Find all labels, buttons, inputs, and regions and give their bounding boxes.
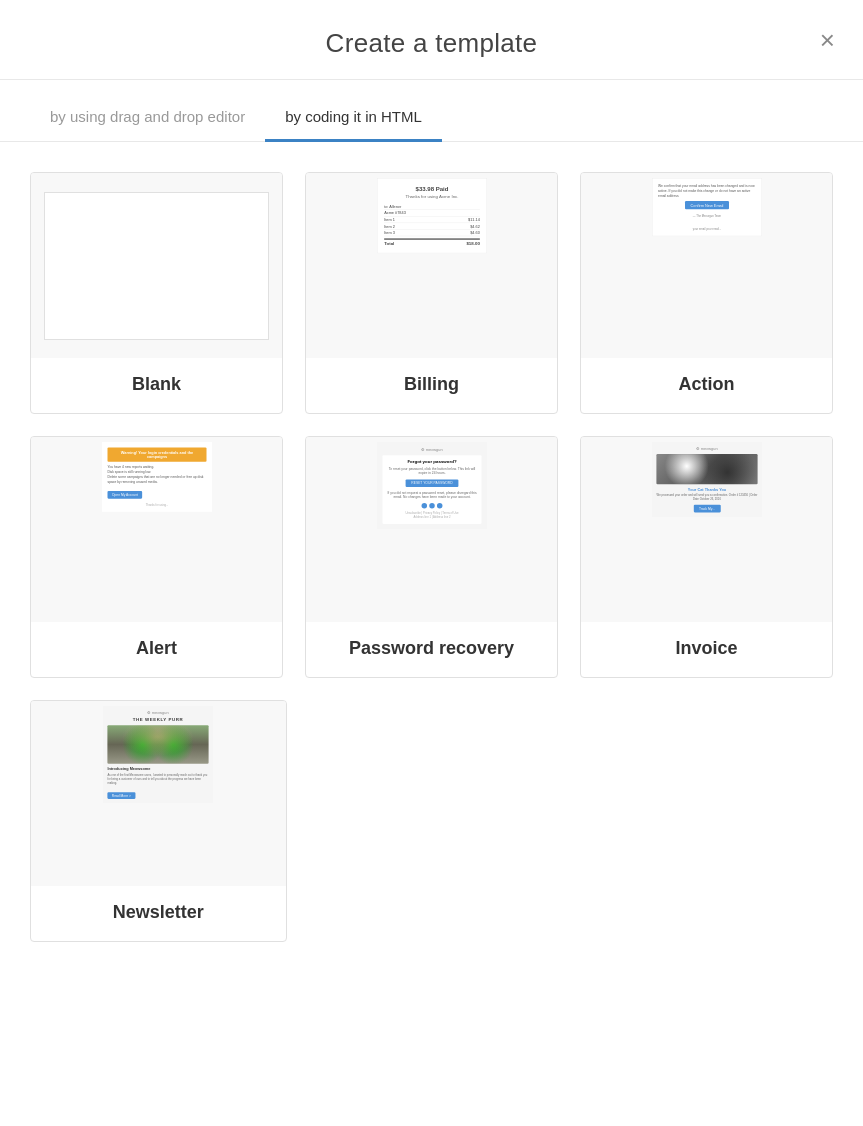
pw-title: Forgot your password? bbox=[386, 460, 476, 465]
pw-disclaimer: If you did not request a password reset,… bbox=[386, 490, 476, 499]
newsletter-body: As one of the first Meowsome users, I wa… bbox=[108, 773, 209, 785]
blank-preview-box bbox=[44, 192, 270, 340]
template-preview-newsletter: ⚙ meowgun THE WEEKLY PURR Introducing Me… bbox=[31, 701, 286, 886]
invoice-logo: ⚙ meowgun bbox=[656, 446, 757, 450]
tab-html[interactable]: by coding it in HTML bbox=[265, 90, 442, 142]
template-label-alert: Alert bbox=[31, 622, 282, 677]
template-label-action: Action bbox=[581, 358, 832, 413]
billing-total: Total$18.00 bbox=[384, 239, 480, 247]
pw-social-icon-2 bbox=[429, 503, 435, 509]
template-label-blank: Blank bbox=[31, 358, 282, 413]
tab-drag-drop[interactable]: by using drag and drop editor bbox=[30, 90, 265, 142]
action-preview-content: We confirm that your email address has b… bbox=[652, 178, 762, 236]
billing-amount: $33.98 Paid bbox=[384, 185, 480, 192]
billing-row-2: Acme #7843 bbox=[384, 210, 480, 217]
template-label-invoice: Invoice bbox=[581, 622, 832, 677]
template-card-newsletter[interactable]: ⚙ meowgun THE WEEKLY PURR Introducing Me… bbox=[30, 700, 287, 942]
alert-preview-content: Warning! Your login credentials and the … bbox=[102, 442, 212, 512]
template-preview-password-recovery: ⚙ meowgun Forgot your password? To reset… bbox=[306, 437, 557, 622]
pw-social-icon-3 bbox=[436, 503, 442, 509]
template-label-newsletter: Newsletter bbox=[31, 886, 286, 941]
pw-reset-button: RESET YOUR PASSWORD bbox=[405, 479, 457, 487]
template-label-password-recovery: Password recovery bbox=[306, 622, 557, 677]
template-card-billing[interactable]: $33.98 Paid Thanks for using Acme Inc. t… bbox=[305, 172, 558, 414]
invoice-preview-content: ⚙ meowgun Your Cat Thanks You We process… bbox=[652, 442, 762, 517]
invoice-cat-image bbox=[656, 454, 757, 484]
alert-banner: Warning! Your login credentials and the … bbox=[107, 448, 206, 462]
template-card-alert[interactable]: Warning! Your login credentials and the … bbox=[30, 436, 283, 678]
template-grid: Blank $33.98 Paid Thanks for using Acme … bbox=[30, 172, 833, 678]
billing-preview-content: $33.98 Paid Thanks for using Acme Inc. t… bbox=[377, 178, 487, 253]
template-preview-blank bbox=[31, 173, 282, 358]
pw-social-icon-1 bbox=[421, 503, 427, 509]
action-text-1: We confirm that your email address has b… bbox=[658, 184, 756, 198]
pw-social-icons bbox=[386, 503, 476, 509]
newsletter-cta-button: Read More > bbox=[108, 792, 136, 799]
template-card-invoice[interactable]: ⚙ meowgun Your Cat Thanks You We process… bbox=[580, 436, 833, 678]
billing-thanks: Thanks for using Acme Inc. bbox=[384, 194, 480, 199]
alert-footer: Thanks for using... bbox=[107, 503, 206, 506]
invoice-text: We processed your order and will send yo… bbox=[656, 494, 757, 502]
action-footer: your email your email... bbox=[658, 227, 756, 230]
template-label-billing: Billing bbox=[306, 358, 557, 413]
pw-text: To reset your password, click the button… bbox=[386, 467, 476, 476]
modal-title: Create a template bbox=[326, 28, 538, 59]
newsletter-logo: ⚙ meowgun bbox=[108, 710, 209, 714]
newsletter-cat-image bbox=[108, 725, 209, 764]
alert-cta-button: Open My Account bbox=[107, 491, 142, 499]
action-cta-button: Confirm New Email bbox=[685, 201, 729, 209]
template-preview-alert: Warning! Your login credentials and the … bbox=[31, 437, 282, 622]
newsletter-preview-content: ⚙ meowgun THE WEEKLY PURR Introducing Me… bbox=[103, 706, 213, 803]
invoice-cta-button: Track My... bbox=[693, 505, 720, 513]
newsletter-title: THE WEEKLY PURR bbox=[108, 717, 209, 722]
pw-logo: ⚙ meowgun bbox=[382, 448, 481, 452]
pw-links: Unsubscribe | Privacy Policy | Terms of … bbox=[386, 511, 476, 520]
pw-preview-content: ⚙ meowgun Forgot your password? To reset… bbox=[377, 442, 487, 529]
modal-header: Create a template × bbox=[0, 0, 863, 80]
alert-body: You have 4 new reports waiting. Disk spa… bbox=[107, 465, 206, 485]
template-card-action[interactable]: We confirm that your email address has b… bbox=[580, 172, 833, 414]
template-preview-action: We confirm that your email address has b… bbox=[581, 173, 832, 358]
template-card-password-recovery[interactable]: ⚙ meowgun Forgot your password? To reset… bbox=[305, 436, 558, 678]
template-preview-billing: $33.98 Paid Thanks for using Acme Inc. t… bbox=[306, 173, 557, 358]
template-preview-invoice: ⚙ meowgun Your Cat Thanks You We process… bbox=[581, 437, 832, 622]
template-grid-container: Blank $33.98 Paid Thanks for using Acme … bbox=[0, 142, 863, 972]
close-button[interactable]: × bbox=[816, 23, 839, 57]
invoice-thanks: Your Cat Thanks You bbox=[656, 488, 757, 492]
newsletter-intro: Introducing Meowsome bbox=[108, 767, 209, 771]
pw-box: Forgot your password? To reset your pass… bbox=[382, 455, 481, 524]
action-signature: — The Meowgun Team bbox=[658, 214, 756, 217]
modal: Create a template × by using drag and dr… bbox=[0, 0, 863, 1126]
template-card-blank[interactable]: Blank bbox=[30, 172, 283, 414]
billing-row-5: Item 3$4.60 bbox=[384, 230, 480, 237]
newsletter-row: ⚙ meowgun THE WEEKLY PURR Introducing Me… bbox=[30, 700, 833, 942]
tab-bar: by using drag and drop editor by coding … bbox=[0, 90, 863, 142]
